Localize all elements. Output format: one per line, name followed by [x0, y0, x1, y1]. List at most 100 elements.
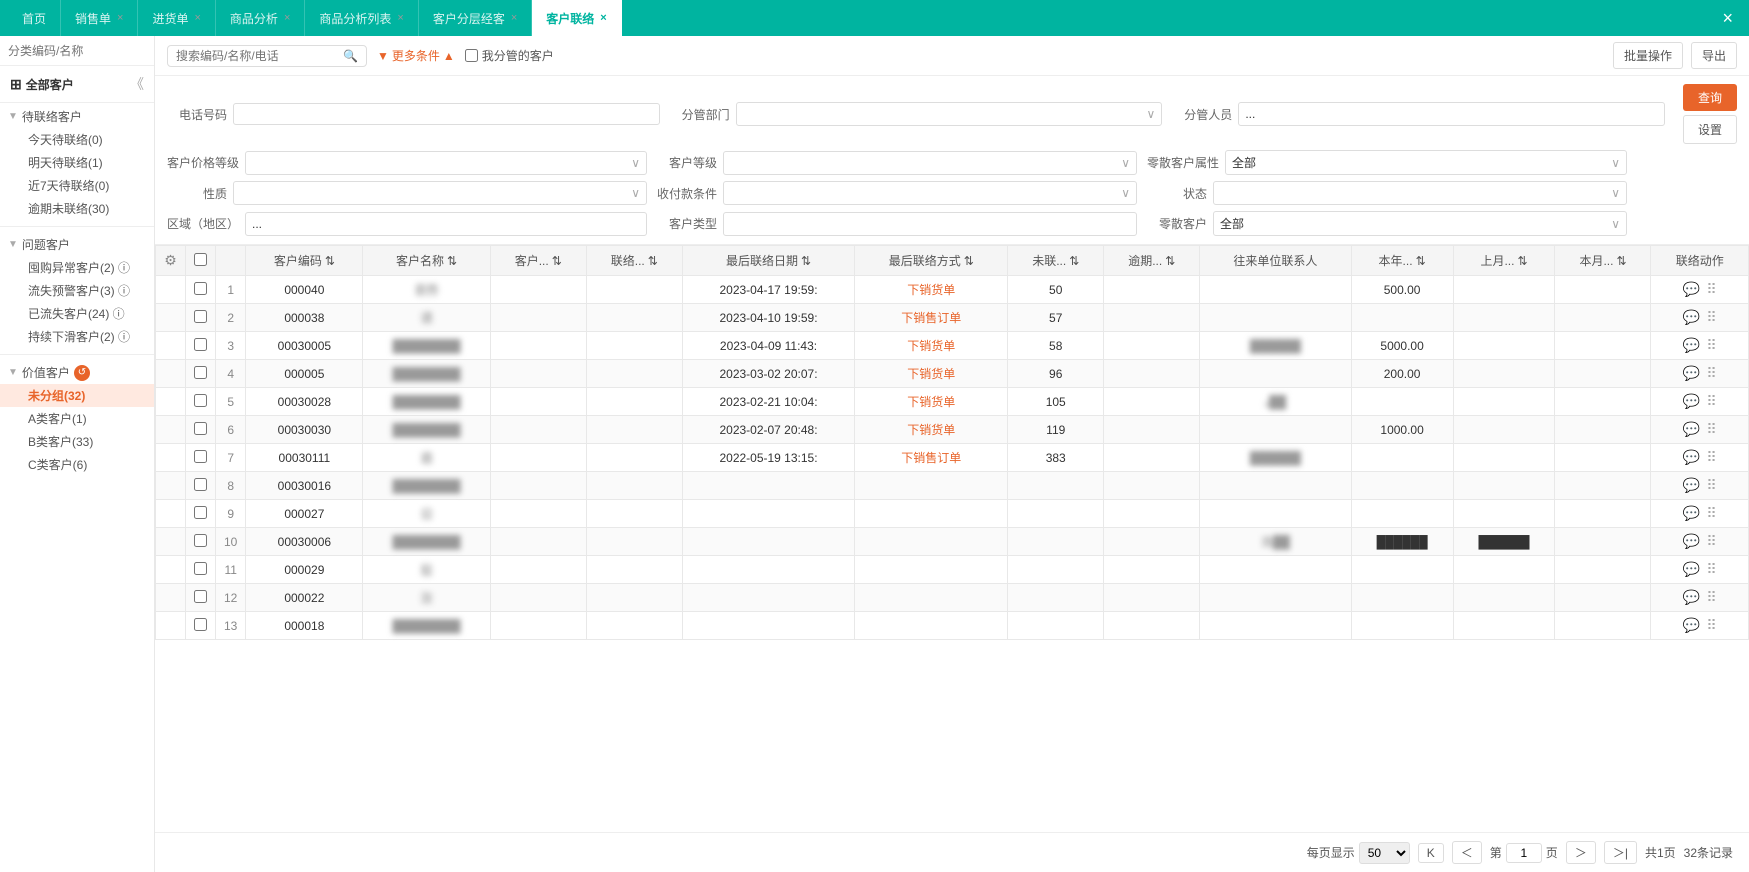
export-button[interactable]: 导出: [1691, 42, 1737, 69]
sidebar-item-overdue-pending[interactable]: 逾期未联络(30): [0, 197, 154, 220]
customer-contact-tab-close[interactable]: ×: [600, 12, 606, 24]
contact-method-link[interactable]: 下销货单: [907, 283, 955, 297]
prev-page-button[interactable]: ＜: [1452, 841, 1482, 864]
sidebar-item-abnormal[interactable]: 囤购异常客户(2) ⓘ: [0, 256, 154, 279]
row-checkbox-0[interactable]: [194, 282, 207, 295]
col-this-month-sort-icon[interactable]: ⇅: [1616, 254, 1626, 268]
all-customers-header[interactable]: ⊞ 全部客户: [10, 76, 74, 93]
sidebar-item-unclassified[interactable]: 未分组(32): [0, 384, 154, 407]
qr-icon[interactable]: ⠿: [1706, 589, 1716, 606]
first-page-button[interactable]: K: [1418, 843, 1444, 863]
qr-icon[interactable]: ⠿: [1706, 365, 1716, 382]
sidebar-group-problem-header[interactable]: ▼ 问题客户: [0, 233, 154, 256]
close-window-button[interactable]: ×: [1714, 8, 1741, 29]
qr-icon[interactable]: ⠿: [1706, 561, 1716, 578]
sales-tab-close[interactable]: ×: [117, 12, 123, 24]
batch-operations-button[interactable]: 批量操作: [1613, 42, 1683, 69]
phone-input[interactable]: [233, 103, 660, 125]
sidebar-item-today-pending[interactable]: 今天待联络(0): [0, 128, 154, 151]
filter-more-conditions[interactable]: ▼ 更多条件 ▲: [377, 47, 455, 64]
row-checkbox-3[interactable]: [194, 366, 207, 379]
sidebar-item-warning[interactable]: 流失预警客户(3) ⓘ: [0, 279, 154, 302]
row-checkbox-5[interactable]: [194, 422, 207, 435]
chat-icon[interactable]: 💬: [1683, 561, 1700, 578]
chat-icon[interactable]: 💬: [1683, 505, 1700, 522]
col-last-contact-date-sort-icon[interactable]: ⇅: [801, 254, 811, 268]
qr-icon[interactable]: ⠿: [1706, 421, 1716, 438]
chat-icon[interactable]: 💬: [1683, 589, 1700, 606]
col-this-year-sort-icon[interactable]: ⇅: [1416, 254, 1426, 268]
row-checkbox-12[interactable]: [194, 618, 207, 631]
filter-search-icon[interactable]: 🔍: [343, 49, 358, 63]
row-checkbox-6[interactable]: [194, 450, 207, 463]
sidebar-item-week-pending[interactable]: 近7天待联络(0): [0, 174, 154, 197]
row-checkbox-9[interactable]: [194, 534, 207, 547]
qr-icon[interactable]: ⠿: [1706, 309, 1716, 326]
sidebar-search-input[interactable]: [8, 44, 155, 58]
sidebar-group-value-header[interactable]: ▼ 价值客户 ↺: [0, 361, 154, 384]
row-checkbox-2[interactable]: [194, 338, 207, 351]
select-all-checkbox[interactable]: [194, 253, 207, 266]
product-analysis-tab-close[interactable]: ×: [284, 12, 290, 24]
contact-method-link[interactable]: 下销货单: [907, 367, 955, 381]
product-analysis-list-tab-close[interactable]: ×: [397, 12, 403, 24]
chat-icon[interactable]: 💬: [1683, 337, 1700, 354]
filter-search-input[interactable]: [176, 49, 343, 63]
sidebar-item-b-class[interactable]: B类客户(33): [0, 430, 154, 453]
last-page-button[interactable]: ＞|: [1604, 841, 1637, 864]
nav-tab-sales[interactable]: 销售单 ×: [61, 0, 138, 36]
col-type-sort-icon[interactable]: ⇅: [552, 254, 562, 268]
contact-method-link[interactable]: 下销货单: [907, 395, 955, 409]
sidebar-item-declining[interactable]: 持续下滑客户(2) ⓘ: [0, 325, 154, 348]
nav-tab-product-analysis-list[interactable]: 商品分析列表 ×: [305, 0, 418, 36]
status-select[interactable]: ∨: [1213, 181, 1627, 205]
nav-tab-customer-segment[interactable]: 客户分层经客 ×: [419, 0, 532, 36]
reset-button[interactable]: 设置: [1683, 115, 1737, 144]
sidebar-group-pending-header[interactable]: ▼ 待联络客户: [0, 105, 154, 128]
col-overdue-sort-icon[interactable]: ⇅: [1165, 254, 1175, 268]
next-page-button[interactable]: ＞: [1566, 841, 1596, 864]
qr-icon[interactable]: ⠿: [1706, 393, 1716, 410]
region-select[interactable]: ...: [245, 212, 647, 236]
manager-select[interactable]: ...: [1238, 102, 1665, 126]
query-button[interactable]: 查询: [1683, 84, 1737, 111]
qr-icon[interactable]: ⠿: [1706, 337, 1716, 354]
chat-icon[interactable]: 💬: [1683, 449, 1700, 466]
row-checkbox-11[interactable]: [194, 590, 207, 603]
col-last-month-sort-icon[interactable]: ⇅: [1517, 254, 1527, 268]
row-checkbox-7[interactable]: [194, 478, 207, 491]
row-checkbox-10[interactable]: [194, 562, 207, 575]
chat-icon[interactable]: 💬: [1683, 421, 1700, 438]
price-level-select[interactable]: ∨: [245, 151, 647, 175]
nav-tab-product-analysis[interactable]: 商品分析 ×: [216, 0, 305, 36]
qr-icon[interactable]: ⠿: [1706, 449, 1716, 466]
retail-customer-select[interactable]: 全部∨: [1213, 211, 1627, 236]
sidebar-collapse-button[interactable]: 《: [130, 74, 144, 94]
nav-tab-purchase[interactable]: 进货单 ×: [138, 0, 215, 36]
sidebar-item-c-class[interactable]: C类客户(6): [0, 453, 154, 476]
col-name-sort-icon[interactable]: ⇅: [447, 254, 457, 268]
sidebar-item-lost[interactable]: 已流失客户(24) ⓘ: [0, 302, 154, 325]
chat-icon[interactable]: 💬: [1683, 309, 1700, 326]
chat-icon[interactable]: 💬: [1683, 393, 1700, 410]
qr-icon[interactable]: ⠿: [1706, 533, 1716, 550]
col-uncontacted-sort-icon[interactable]: ⇅: [1069, 254, 1079, 268]
contact-method-link[interactable]: 下销售订单: [901, 451, 961, 465]
dept-select[interactable]: ∨: [736, 102, 1163, 126]
chat-icon[interactable]: 💬: [1683, 477, 1700, 494]
qr-icon[interactable]: ⠿: [1706, 281, 1716, 298]
customer-segment-tab-close[interactable]: ×: [511, 12, 517, 24]
nature-select[interactable]: ∨: [233, 181, 647, 205]
qr-icon[interactable]: ⠿: [1706, 505, 1716, 522]
qr-icon[interactable]: ⠿: [1706, 617, 1716, 634]
col-contact-sort-icon[interactable]: ⇅: [648, 254, 658, 268]
sidebar-item-a-class[interactable]: A类客户(1): [0, 407, 154, 430]
row-checkbox-8[interactable]: [194, 506, 207, 519]
filter-mine-checkbox[interactable]: [465, 49, 478, 62]
chat-icon[interactable]: 💬: [1683, 365, 1700, 382]
row-checkbox-1[interactable]: [194, 310, 207, 323]
col-code-sort-icon[interactable]: ⇅: [325, 254, 335, 268]
nav-tab-customer-contact[interactable]: 客户联络 ×: [532, 0, 621, 36]
contact-method-link[interactable]: 下销货单: [907, 423, 955, 437]
qr-icon[interactable]: ⠿: [1706, 477, 1716, 494]
